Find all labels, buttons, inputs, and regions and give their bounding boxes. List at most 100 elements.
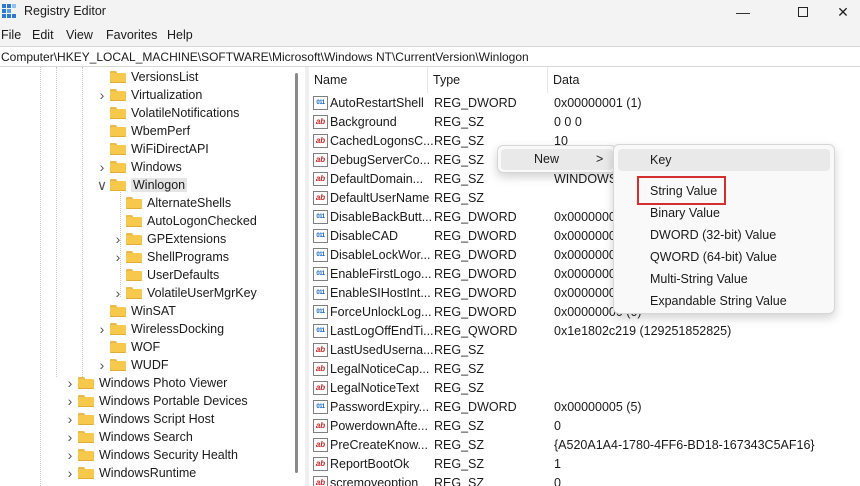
key-tree-pane[interactable]: VersionsList › Virtualization VolatileNotif…: [0, 67, 305, 486]
tree-item[interactable]: › ShellPrograms: [112, 248, 229, 266]
tree-item-label: WiFiDirectAPI: [131, 142, 209, 156]
tree-item[interactable]: WinSAT: [96, 302, 176, 320]
menu-favorites[interactable]: Favorites: [106, 28, 157, 42]
value-row[interactable]: ab LastUsedUserna... REG_SZ: [309, 341, 860, 360]
tree-item[interactable]: AlternateShells: [112, 194, 231, 212]
value-type: REG_SZ: [434, 153, 485, 167]
tree-item[interactable]: › WindowsRuntime: [64, 464, 197, 482]
value-row[interactable]: ab scremoveoption REG_SZ 0: [309, 474, 860, 486]
chevron-right-icon[interactable]: ›: [64, 446, 76, 464]
chevron-right-icon[interactable]: ›: [96, 320, 108, 338]
value-row[interactable]: ab ReportBootOk REG_SZ 1: [309, 455, 860, 474]
chevron-right-icon[interactable]: ›: [96, 86, 108, 104]
chevron-right-icon[interactable]: ›: [64, 392, 76, 410]
binary-value-icon: 011: [313, 267, 328, 281]
chevron-right-icon[interactable]: ›: [64, 410, 76, 428]
chevron-right-icon[interactable]: ›: [112, 284, 124, 302]
tree-item[interactable]: AutoLogonChecked: [112, 212, 257, 230]
string-value-icon: ab: [313, 343, 328, 357]
value-name: PowerdownAfte...: [330, 419, 428, 433]
chevron-right-icon[interactable]: ›: [112, 230, 124, 248]
value-name: PreCreateKnow...: [330, 438, 428, 452]
maximize-icon: [798, 7, 808, 17]
folder-icon: [126, 287, 142, 299]
string-value-icon: ab: [313, 381, 328, 395]
context-menu: New >: [497, 145, 617, 173]
folder-icon: [110, 143, 126, 155]
value-name: ReportBootOk: [330, 457, 410, 471]
submenu-binary-value[interactable]: Binary Value: [650, 206, 720, 220]
column-header-type[interactable]: Type: [428, 67, 548, 93]
value-row[interactable]: ab PowerdownAfte... REG_SZ 0: [309, 417, 860, 436]
value-row[interactable]: 011 LastLogOffEndTi... REG_QWORD 0x1e1802c2…: [309, 322, 860, 341]
tree-item[interactable]: VolatileNotifications: [96, 104, 239, 122]
tree-item[interactable]: › Windows Script Host: [64, 410, 215, 428]
value-name: CachedLogonsC...: [330, 134, 434, 148]
tree-item[interactable]: › VolatileUserMgrKey: [112, 284, 257, 302]
value-type: REG_DWORD: [434, 267, 517, 281]
value-row[interactable]: ab LegalNoticeText REG_SZ: [309, 379, 860, 398]
folder-icon: [126, 269, 142, 281]
value-name: LegalNoticeText: [330, 381, 419, 395]
minimize-button[interactable]: —: [720, 0, 766, 24]
submenu-qword-value[interactable]: QWORD (64-bit) Value: [650, 250, 777, 264]
tree-item[interactable]: UserDefaults: [112, 266, 219, 284]
column-header-data[interactable]: Data: [548, 67, 860, 93]
chevron-right-icon[interactable]: ›: [64, 464, 76, 482]
submenu-dword-value[interactable]: DWORD (32-bit) Value: [650, 228, 776, 242]
chevron-right-icon[interactable]: ›: [112, 248, 124, 266]
chevron-right-icon[interactable]: ›: [64, 428, 76, 446]
tree-item[interactable]: › Windows Portable Devices: [64, 392, 248, 410]
tree-item[interactable]: › Windows Security Health: [64, 446, 238, 464]
tree-item-label: GPExtensions: [147, 232, 227, 246]
tree-item-label: AutoLogonChecked: [147, 214, 257, 228]
menu-file[interactable]: File: [1, 28, 21, 42]
value-name: DisableLockWor...: [330, 248, 431, 262]
value-row[interactable]: ab Background REG_SZ 0 0 0: [309, 113, 860, 132]
tree-item[interactable]: › Windows Search: [64, 428, 193, 446]
tree-item[interactable]: › GPExtensions: [112, 230, 227, 248]
column-header-name[interactable]: Name: [309, 67, 428, 93]
value-row[interactable]: 011 AutoRestartShell REG_DWORD 0x00000001 (…: [309, 94, 860, 113]
menu-view[interactable]: View: [66, 28, 93, 42]
close-button[interactable]: ✕: [820, 0, 860, 24]
string-value-icon: ab: [313, 134, 328, 148]
submenu-multi-string-value[interactable]: Multi-String Value: [650, 272, 748, 286]
tree-item[interactable]: WbemPerf: [96, 122, 190, 140]
value-row[interactable]: ab PreCreateKnow... REG_SZ {A520A1A4-1780-4…: [309, 436, 860, 455]
value-type: REG_DWORD: [434, 229, 517, 243]
address-bar[interactable]: Computer\HKEY_LOCAL_MACHINE\SOFTWARE\Mic…: [0, 46, 860, 67]
minimize-icon: —: [736, 4, 750, 20]
value-name: ForceUnlockLog...: [330, 305, 432, 319]
tree-item[interactable]: WiFiDirectAPI: [96, 140, 209, 158]
chevron-right-icon[interactable]: ›: [96, 356, 108, 374]
value-row[interactable]: ab LegalNoticeCap... REG_SZ: [309, 360, 860, 379]
tree-item[interactable]: › Virtualization: [96, 86, 203, 104]
tree-item[interactable]: ∨ Winlogon: [96, 176, 188, 194]
tree-item[interactable]: WOF: [96, 338, 160, 356]
chevron-right-icon[interactable]: ›: [96, 158, 108, 176]
submenu-key[interactable]: Key: [650, 153, 672, 167]
folder-icon: [110, 107, 126, 119]
tree-item[interactable]: VersionsList: [96, 68, 198, 86]
binary-value-icon: 011: [313, 286, 328, 300]
value-row[interactable]: 011 PasswordExpiry... REG_DWORD 0x00000005 …: [309, 398, 860, 417]
binary-value-icon: 011: [313, 400, 328, 414]
context-menu-new[interactable]: New: [534, 152, 559, 166]
value-name: EnableSIHostInt...: [330, 286, 431, 300]
menu-help[interactable]: Help: [167, 28, 193, 42]
tree-item[interactable]: › Windows: [96, 158, 182, 176]
chevron-right-icon[interactable]: ›: [64, 374, 76, 392]
folder-icon: [110, 161, 126, 173]
chevron-down-icon[interactable]: ∨: [96, 176, 108, 194]
tree-item[interactable]: › Windows Photo Viewer: [64, 374, 228, 392]
folder-icon: [126, 215, 142, 227]
tree-scrollbar-thumb[interactable]: [295, 73, 298, 473]
menu-edit[interactable]: Edit: [32, 28, 54, 42]
tree-scrollbar[interactable]: [289, 67, 305, 486]
tree-item[interactable]: › WUDF: [96, 356, 169, 374]
submenu-expandable-string-value[interactable]: Expandable String Value: [650, 294, 787, 308]
tree-item[interactable]: › WirelessDocking: [96, 320, 224, 338]
